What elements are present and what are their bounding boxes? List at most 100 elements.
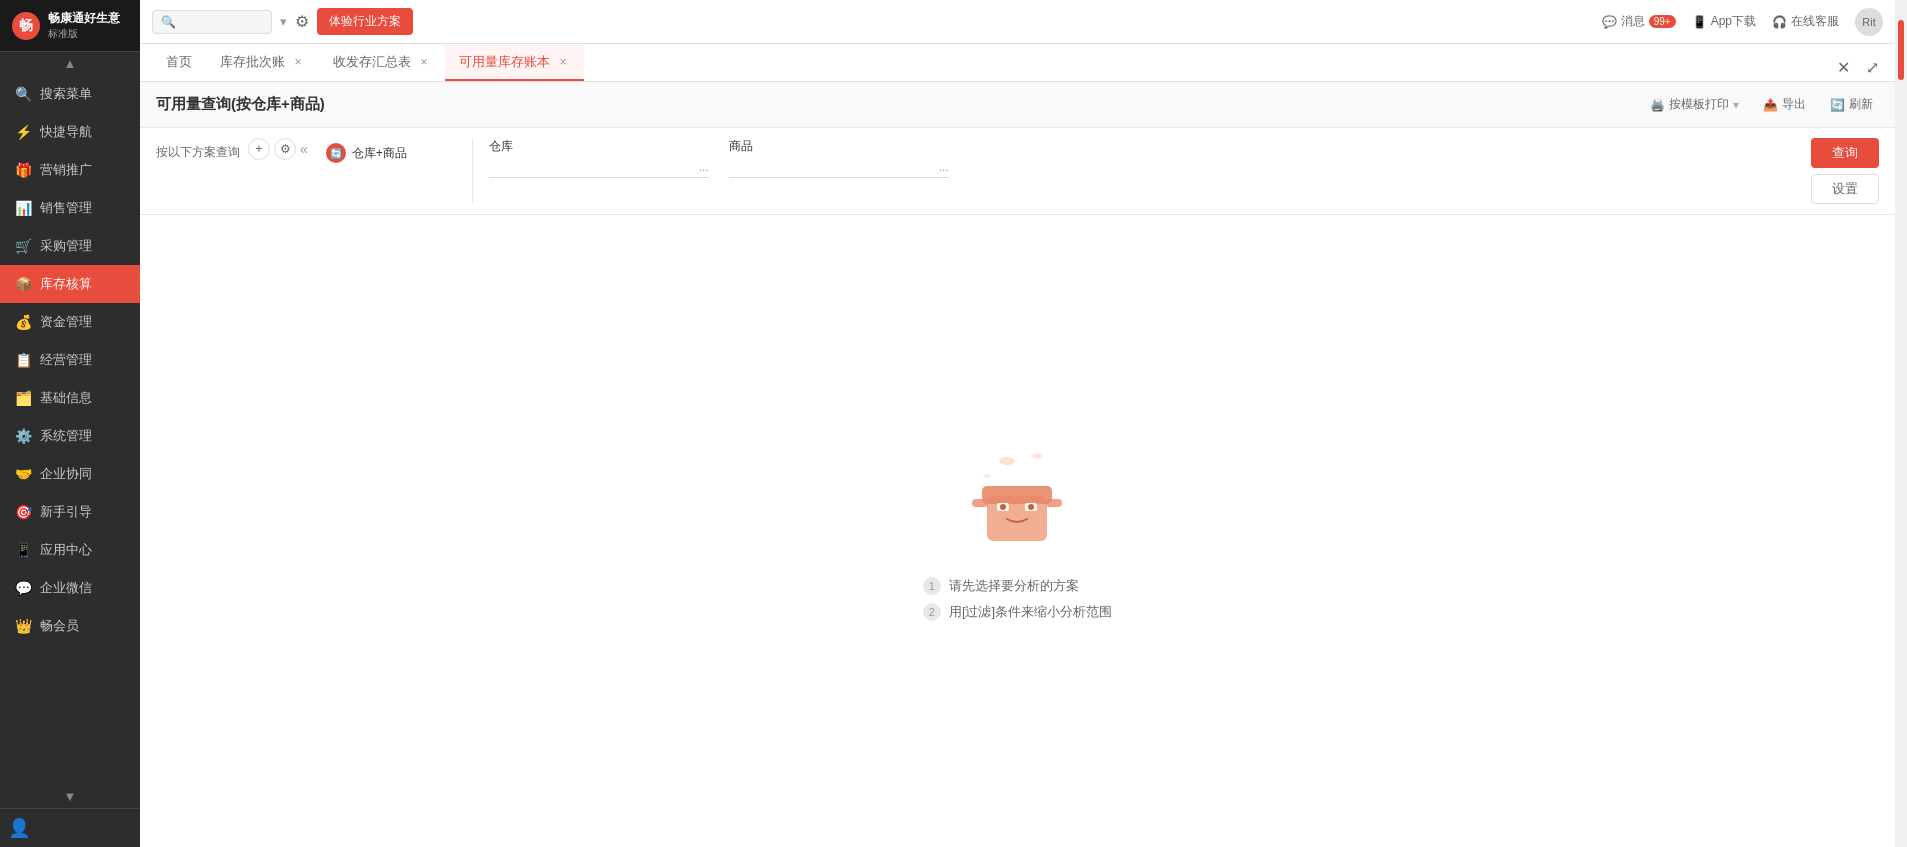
sidebar-item-label: 搜索菜单 [40, 85, 92, 103]
sidebar-item-label: 应用中心 [40, 541, 92, 559]
warehouse-input[interactable] [489, 160, 695, 174]
topbar-search-input[interactable] [180, 15, 260, 29]
tab-collection-summary-label: 收发存汇总表 [333, 53, 411, 71]
online-service-label: 在线客服 [1791, 13, 1839, 30]
sidebar-item-label: 营销推广 [40, 161, 92, 179]
base-info-icon: 🗂️ [14, 389, 32, 407]
logo-icon: 畅 [12, 12, 40, 40]
tab-batch-ledger[interactable]: 库存批次账 × [206, 45, 319, 81]
tab-close-window-btn[interactable]: ✕ [1833, 54, 1854, 81]
cooperation-icon: 🤝 [14, 465, 32, 483]
empty-illustration [957, 441, 1077, 561]
scroll-up-btn[interactable]: ▲ [0, 52, 140, 75]
add-scheme-btn[interactable]: + [248, 138, 270, 160]
sidebar-item-member[interactable]: 👑 畅会员 [0, 607, 140, 645]
search-dropdown-icon[interactable]: ▾ [280, 14, 287, 29]
sidebar-item-finance[interactable]: 💰 资金管理 [0, 303, 140, 341]
sales-icon: 📊 [14, 199, 32, 217]
avatar-circle: Rit [1855, 8, 1883, 36]
scheme-item-warehouse-product[interactable]: 🔄 仓库+商品 [316, 138, 456, 168]
tabs-bar: 首页 库存批次账 × 收发存汇总表 × 可用量库存账本 × ✕ ⤢ [140, 44, 1895, 82]
scheme-actions: + ⚙ « [248, 138, 308, 160]
svg-point-7 [1000, 504, 1006, 510]
tab-available-qty-close[interactable]: × [556, 55, 570, 69]
main-area: 🔍 ▾ ⚙ 体验行业方案 💬 消息 99+ 📱 App下载 🎧 在线客服 R [140, 0, 1895, 847]
online-service-action[interactable]: 🎧 在线客服 [1772, 13, 1839, 30]
refresh-btn[interactable]: 🔄 刷新 [1824, 92, 1879, 117]
filter-divider [472, 138, 473, 204]
sidebar-item-newbie[interactable]: 🎯 新手引导 [0, 493, 140, 531]
industry-solution-btn[interactable]: 体验行业方案 [317, 8, 413, 35]
marketing-icon: 🎁 [14, 161, 32, 179]
sidebar-item-system[interactable]: ⚙️ 系统管理 [0, 417, 140, 455]
purchase-icon: 🛒 [14, 237, 32, 255]
sidebar-item-label: 基础信息 [40, 389, 92, 407]
scroll-down-btn[interactable]: ▼ [0, 785, 140, 808]
user-avatar[interactable]: Rit [1855, 8, 1883, 36]
sidebar-item-search[interactable]: 🔍 搜索菜单 [0, 75, 140, 113]
product-label: 商品 [729, 138, 949, 155]
sidebar-item-app-center[interactable]: 📱 应用中心 [0, 531, 140, 569]
sidebar-item-marketing[interactable]: 🎁 营销推广 [0, 151, 140, 189]
sidebar-item-cooperation[interactable]: 🤝 企业协同 [0, 455, 140, 493]
collapse-btn[interactable]: « [300, 141, 308, 157]
tab-home[interactable]: 首页 [152, 45, 206, 81]
print-label: 按模板打印 [1669, 96, 1729, 113]
right-scrollbar[interactable] [1895, 0, 1907, 847]
tab-collection-summary[interactable]: 收发存汇总表 × [319, 45, 445, 81]
sidebar-item-label: 采购管理 [40, 237, 92, 255]
scheme-settings-btn[interactable]: ⚙ [274, 138, 296, 160]
tab-available-qty-label: 可用量库存账本 [459, 53, 550, 71]
wechat-icon: 💬 [14, 579, 32, 597]
export-icon: 📤 [1763, 98, 1778, 112]
filter-field-warehouse: 仓库 ... [489, 138, 709, 178]
export-btn[interactable]: 📤 导出 [1757, 92, 1812, 117]
app-version: 标准版 [48, 27, 120, 41]
sidebar-item-purchase[interactable]: 🛒 采购管理 [0, 227, 140, 265]
filter-schemes: 🔄 仓库+商品 [316, 138, 456, 168]
filter-field-product: 商品 ... [729, 138, 949, 178]
sidebar-bottom-icon[interactable]: 👤 [8, 817, 30, 839]
newbie-icon: 🎯 [14, 503, 32, 521]
sidebar-item-sales[interactable]: 📊 销售管理 [0, 189, 140, 227]
filter-settings-btn[interactable]: 设置 [1811, 174, 1879, 204]
topbar: 🔍 ▾ ⚙ 体验行业方案 💬 消息 99+ 📱 App下载 🎧 在线客服 R [140, 0, 1895, 44]
hint-num-1: 1 [923, 577, 941, 595]
tab-collection-summary-close[interactable]: × [417, 55, 431, 69]
tabs-right-actions: ✕ ⤢ [1833, 54, 1883, 81]
product-more-btn[interactable]: ... [939, 160, 949, 174]
sidebar-bottom: 👤 [0, 808, 140, 847]
svg-point-2 [983, 474, 991, 478]
sidebar-item-label: 销售管理 [40, 199, 92, 217]
sidebar-item-base-info[interactable]: 🗂️ 基础信息 [0, 379, 140, 417]
sidebar-item-wechat[interactable]: 💬 企业微信 [0, 569, 140, 607]
message-action[interactable]: 💬 消息 99+ [1602, 13, 1676, 30]
empty-text: 1 请先选择要分析的方案 2 用[过滤]条件来缩小分析范围 [923, 577, 1112, 621]
sidebar-item-label: 畅会员 [40, 617, 79, 635]
sidebar-item-operations[interactable]: 📋 经营管理 [0, 341, 140, 379]
print-btn[interactable]: 🖨️ 按模板打印 ▾ [1644, 92, 1745, 117]
message-label: 消息 [1621, 13, 1645, 30]
tab-available-qty[interactable]: 可用量库存账本 × [445, 45, 584, 81]
page-actions: 🖨️ 按模板打印 ▾ 📤 导出 🔄 刷新 [1644, 92, 1879, 117]
product-input[interactable] [729, 160, 935, 174]
sidebar-item-inventory[interactable]: 📦 库存核算 [0, 265, 140, 303]
refresh-label: 刷新 [1849, 96, 1873, 113]
app-download-action[interactable]: 📱 App下载 [1692, 13, 1756, 30]
svg-point-1 [1032, 453, 1042, 459]
query-btn[interactable]: 查询 [1811, 138, 1879, 168]
print-dropdown-icon[interactable]: ▾ [1733, 98, 1739, 112]
sidebar-item-label: 企业微信 [40, 579, 92, 597]
sidebar-item-quick-nav[interactable]: ⚡ 快捷导航 [0, 113, 140, 151]
app-download-label: App下载 [1711, 13, 1756, 30]
tab-batch-ledger-close[interactable]: × [291, 55, 305, 69]
inventory-icon: 📦 [14, 275, 32, 293]
empty-hint-1: 1 请先选择要分析的方案 [923, 577, 1112, 595]
sidebar: 畅 畅康通好生意 标准版 ▲ 🔍 搜索菜单 ⚡ 快捷导航 🎁 营销推广 📊 销售… [0, 0, 140, 847]
topbar-settings-icon[interactable]: ⚙ [295, 12, 309, 31]
filter-fields: 仓库 ... 商品 ... [489, 138, 1803, 178]
warehouse-more-btn[interactable]: ... [699, 160, 709, 174]
finance-icon: 💰 [14, 313, 32, 331]
tab-expand-btn[interactable]: ⤢ [1862, 54, 1883, 81]
svg-rect-4 [982, 486, 1052, 504]
